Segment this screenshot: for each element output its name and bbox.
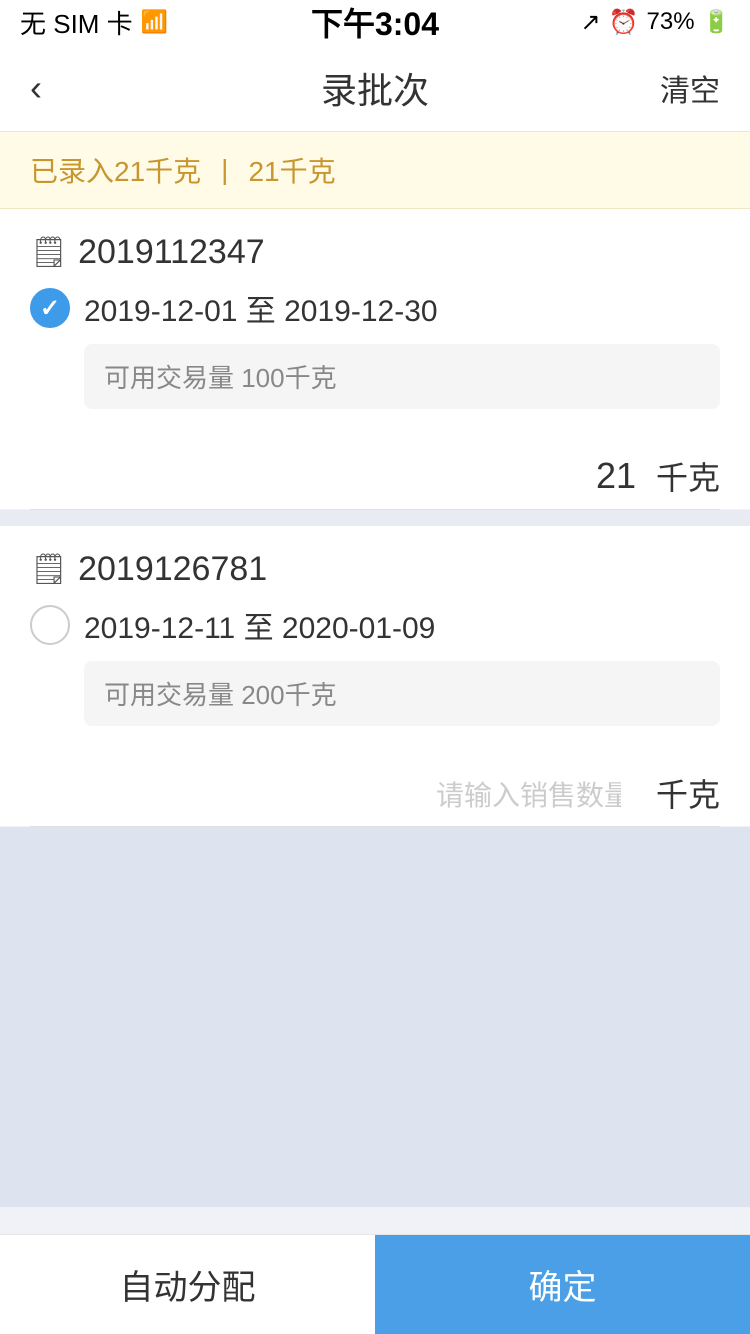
nav-bar: ‹ 录批次 清空 bbox=[0, 44, 750, 132]
batch-icon-2: 🗒 bbox=[30, 552, 68, 587]
total-label: 21千克 bbox=[248, 150, 335, 190]
recorded-label: 已录入21千克 bbox=[30, 150, 201, 190]
unit-label-1: 千克 bbox=[656, 453, 720, 499]
confirm-button[interactable]: 确定 bbox=[375, 1235, 750, 1334]
battery-icon: 🔋 bbox=[703, 9, 730, 35]
batch-date-2: 2019-12-11 至 2020-01-09 bbox=[84, 603, 435, 647]
batch-header-1: 🗒 2019112347 bbox=[30, 233, 720, 272]
back-button[interactable]: ‹ bbox=[30, 67, 42, 109]
alarm-icon: ⏰ bbox=[609, 8, 639, 37]
available-qty-bar-1: 可用交易量 100千克 bbox=[84, 344, 720, 409]
item-separator bbox=[0, 510, 750, 526]
batch-icon-1: 🗒 bbox=[30, 235, 68, 270]
status-time: 下午3:04 bbox=[311, 0, 439, 45]
status-right: ↗ ⏰ 73% 🔋 bbox=[581, 8, 730, 37]
radio-2[interactable] bbox=[30, 605, 70, 645]
gray-area bbox=[0, 827, 750, 1207]
batch-date-1: 2019-12-01 至 2019-12-30 bbox=[84, 286, 438, 330]
auto-distribute-button[interactable]: 自动分配 bbox=[0, 1235, 375, 1334]
available-qty-bar-2: 可用交易量 200千克 bbox=[84, 661, 720, 726]
batch-date-row-2: 2019-12-11 至 2020-01-09 bbox=[30, 603, 720, 647]
available-qty-text-1: 可用交易量 100千克 bbox=[104, 363, 337, 393]
clear-button[interactable]: 清空 bbox=[660, 66, 720, 110]
bottom-bar: 自动分配 确定 bbox=[0, 1234, 750, 1334]
radio-1[interactable] bbox=[30, 288, 70, 328]
available-qty-text-2: 可用交易量 200千克 bbox=[104, 680, 337, 710]
batch-number-1: 2019112347 bbox=[78, 233, 265, 272]
summary-bar: 已录入21千克 | 21千克 bbox=[0, 132, 750, 209]
content-area: 已录入21千克 | 21千克 🗒 2019112347 2019-12-01 至… bbox=[0, 132, 750, 1307]
batch-header-2: 🗒 2019126781 bbox=[30, 550, 720, 589]
battery-text: 73% bbox=[647, 8, 695, 36]
qty-input-2[interactable] bbox=[436, 772, 636, 814]
qty-value-1: 21 bbox=[596, 455, 636, 497]
page-title: 录批次 bbox=[321, 62, 429, 114]
location-icon: ↗ bbox=[581, 8, 601, 37]
no-sim-text: 无 SIM 卡 bbox=[20, 4, 133, 41]
unit-label-2: 千克 bbox=[656, 770, 720, 816]
input-row-1: 21 千克 bbox=[0, 433, 750, 509]
batch-number-2: 2019126781 bbox=[78, 550, 267, 589]
batch-item-1: 🗒 2019112347 2019-12-01 至 2019-12-30 可用交… bbox=[0, 209, 750, 433]
wifi-icon: 📶 bbox=[141, 9, 168, 35]
batch-item-2: 🗒 2019126781 2019-12-11 至 2020-01-09 可用交… bbox=[0, 526, 750, 750]
summary-divider: | bbox=[221, 154, 228, 186]
input-row-2[interactable]: 千克 bbox=[0, 750, 750, 826]
batch-date-row-1: 2019-12-01 至 2019-12-30 bbox=[30, 286, 720, 330]
status-bar: 无 SIM 卡 📶 下午3:04 ↗ ⏰ 73% 🔋 bbox=[0, 0, 750, 44]
status-left: 无 SIM 卡 📶 bbox=[20, 4, 168, 41]
